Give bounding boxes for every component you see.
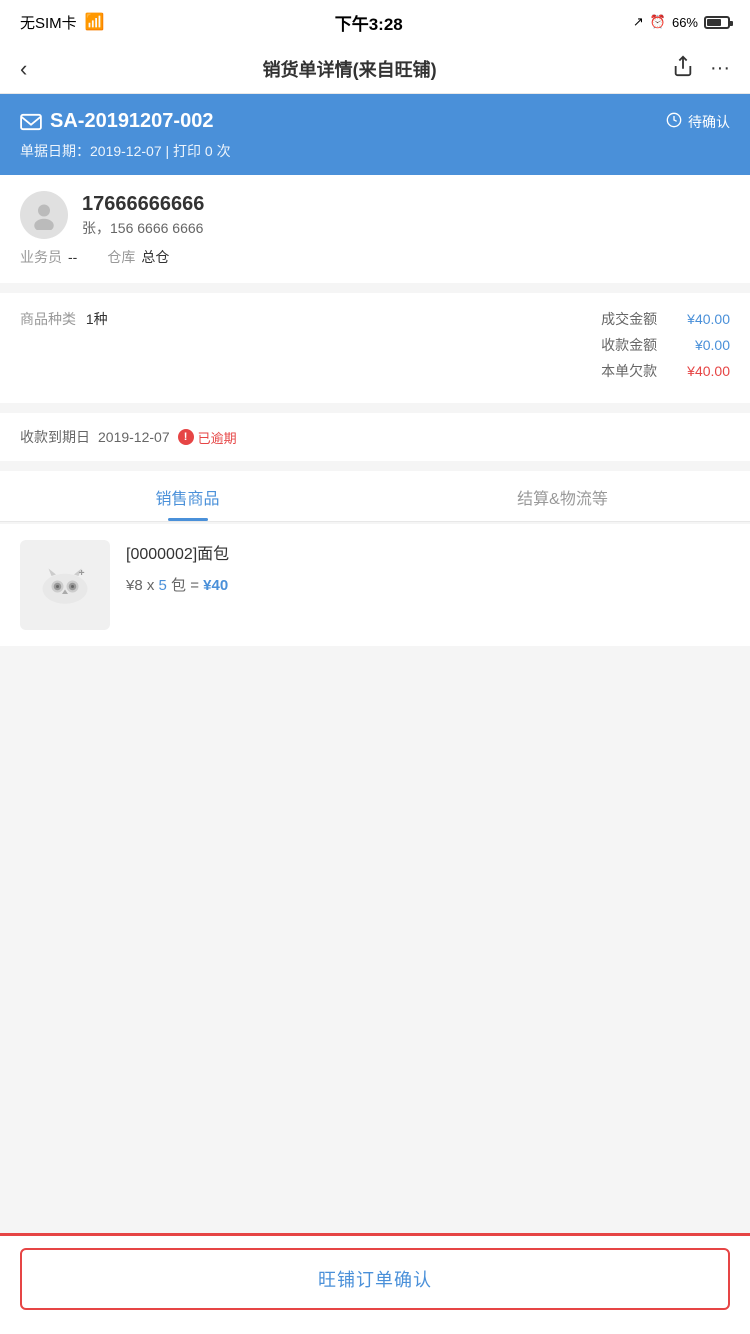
clock-icon	[666, 112, 682, 131]
product-qty: 5	[159, 577, 167, 594]
back-button[interactable]: ‹	[20, 56, 27, 82]
deal-amount-row: 成交金额 ¥40.00	[601, 309, 730, 329]
sales-rep-label: 业务员	[20, 247, 62, 267]
order-date: 单据日期：2019-12-07 | 打印 0 次	[20, 141, 730, 161]
received-amount-row: 收款金额 ¥0.00	[601, 335, 730, 355]
product-total: ¥40	[203, 577, 228, 594]
carrier-label: 无SIM卡	[20, 12, 77, 33]
tab-sales-goods[interactable]: 销售商品	[0, 471, 375, 521]
status-time: 下午3:28	[335, 10, 403, 35]
deal-amount-label: 成交金额	[601, 309, 657, 329]
nav-actions: ···	[672, 55, 730, 83]
received-amount-label: 收款金额	[601, 335, 657, 355]
customer-meta: 业务员 -- 仓库 总仓	[20, 247, 730, 267]
wifi-icon: 📶	[85, 12, 105, 32]
overdue-dot-icon: !	[178, 429, 194, 445]
goods-type-value: 1种	[86, 311, 108, 327]
status-left: 无SIM卡 📶	[20, 12, 105, 33]
customer-row: 17666666666 张，156 6666 6666	[20, 191, 730, 239]
share-icon[interactable]	[672, 55, 694, 83]
due-section: 收款到期日 2019-12-07 ! 已逾期	[0, 413, 750, 461]
debt-amount-value: ¥40.00	[687, 363, 730, 379]
tab-settlement[interactable]: 结算&物流等	[375, 471, 750, 521]
warehouse-value: 总仓	[141, 247, 169, 267]
location-icon: ↗	[633, 14, 644, 30]
tabs-row: 销售商品 结算&物流等	[0, 471, 750, 522]
product-name: [0000002]面包	[126, 540, 730, 564]
warehouse-label: 仓库	[107, 247, 135, 267]
order-header: SA-20191207-002 待确认 单据日期：2019-12-07 | 打印…	[0, 94, 750, 175]
due-label: 收款到期日	[20, 427, 90, 447]
battery-icon	[704, 16, 730, 29]
warehouse: 仓库 总仓	[107, 247, 169, 267]
status-right: ↗ ⏰ 66%	[633, 14, 730, 30]
overdue-badge: ! 已逾期	[178, 428, 237, 447]
status-label: 待确认	[688, 112, 730, 132]
more-icon[interactable]: ···	[710, 57, 730, 80]
customer-info: 17666666666 张，156 6666 6666	[82, 193, 204, 238]
product-thumbnail: +	[20, 540, 110, 630]
nav-bar: ‹ 销货单详情(来自旺铺) ···	[0, 44, 750, 94]
page-title: 销货单详情(来自旺铺)	[263, 56, 437, 82]
tabs-section: 销售商品 结算&物流等	[0, 471, 750, 522]
sales-rep: 业务员 --	[20, 247, 77, 267]
product-info: [0000002]面包 ¥8 x 5 包 = ¥40	[126, 540, 730, 595]
due-date: 2019-12-07	[98, 429, 170, 445]
status-bar: 无SIM卡 📶 下午3:28 ↗ ⏰ 66%	[0, 0, 750, 44]
avatar	[20, 191, 68, 239]
goods-type: 商品种类 1种	[20, 309, 108, 329]
debt-amount-row: 本单欠款 ¥40.00	[601, 361, 730, 381]
received-amount-value: ¥0.00	[695, 337, 730, 353]
product-calc: ¥8 x 5 包 = ¥40	[126, 574, 730, 595]
battery-label: 66%	[672, 15, 698, 30]
debt-amount-label: 本单欠款	[601, 361, 657, 381]
goods-type-label: 商品种类	[20, 311, 76, 327]
customer-phone: 17666666666	[82, 193, 204, 216]
product-unit: 包	[171, 577, 186, 594]
sales-rep-value: --	[68, 249, 77, 265]
content-spacer	[0, 646, 750, 766]
product-price: ¥8	[126, 577, 143, 594]
customer-section: 17666666666 张，156 6666 6666 业务员 -- 仓库 总仓	[0, 175, 750, 283]
amounts: 成交金额 ¥40.00 收款金额 ¥0.00 本单欠款 ¥40.00	[601, 309, 730, 387]
summary-section: 商品种类 1种 成交金额 ¥40.00 收款金额 ¥0.00 本单欠款 ¥40.…	[0, 293, 750, 403]
customer-name: 张，156 6666 6666	[82, 218, 204, 238]
alarm-icon: ⏰	[650, 14, 666, 30]
product-multiply: x	[147, 577, 159, 594]
confirm-order-button[interactable]: 旺铺订单确认	[20, 1248, 730, 1310]
product-equals: =	[190, 577, 203, 594]
bottom-bar: 旺铺订单确认	[0, 1233, 750, 1334]
product-section: + [0000002]面包 ¥8 x 5 包 = ¥40	[0, 524, 750, 646]
order-id-row: SA-20191207-002 待确认	[20, 110, 730, 133]
envelope-icon	[20, 111, 42, 133]
product-item: + [0000002]面包 ¥8 x 5 包 = ¥40	[20, 540, 730, 630]
order-id: SA-20191207-002	[20, 110, 213, 133]
overdue-label: 已逾期	[198, 428, 237, 447]
deal-amount-value: ¥40.00	[687, 311, 730, 327]
order-status: 待确认	[666, 112, 730, 132]
svg-text:+: +	[79, 567, 85, 579]
